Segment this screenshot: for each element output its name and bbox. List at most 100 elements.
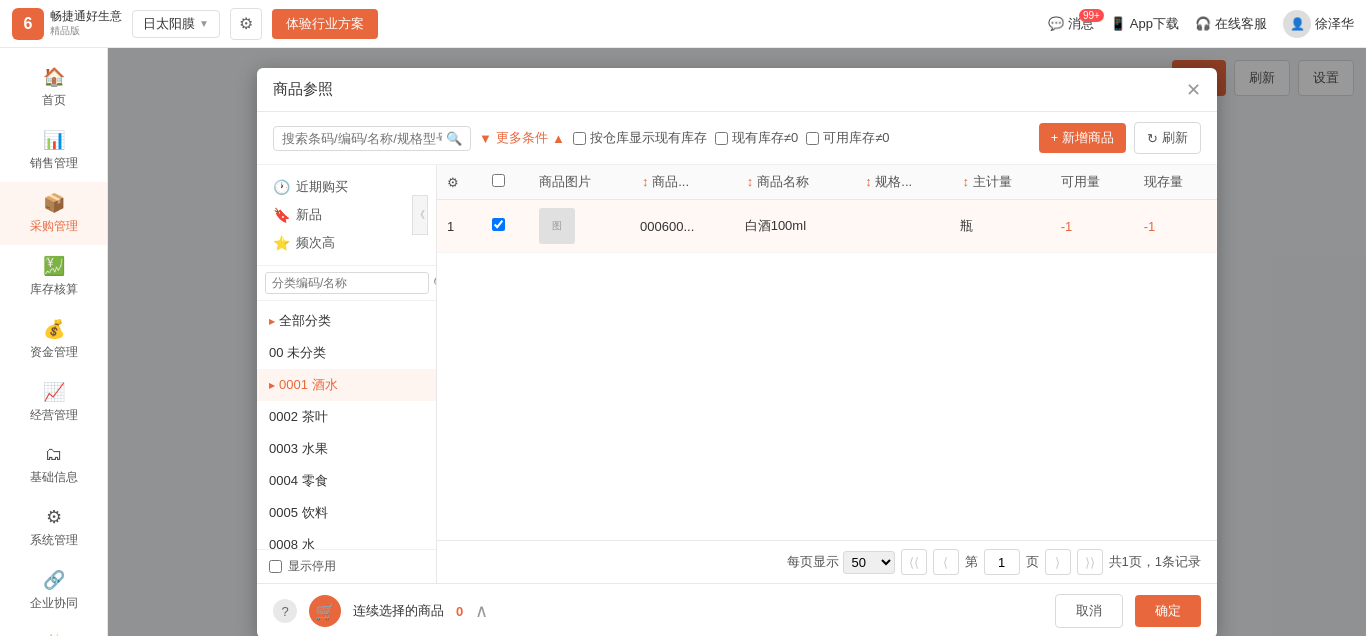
cat-item-liquor[interactable]: ▶ 0001 酒水 bbox=[257, 369, 436, 401]
warehouse-stock-checkbox[interactable]: 按仓库显示现有库存 bbox=[573, 129, 707, 147]
confirm-button[interactable]: 确定 bbox=[1135, 595, 1201, 627]
modal-footer: ? 🛒 连续选择的商品 0 ∧ 取消 确定 bbox=[257, 583, 1217, 636]
logo-sub: 精品版 bbox=[50, 24, 122, 38]
user-area[interactable]: 👤 徐泽华 bbox=[1283, 10, 1354, 38]
sidebar-item-sales[interactable]: 📊 销售管理 bbox=[0, 119, 107, 182]
cart-icon[interactable]: 🛒 bbox=[309, 595, 341, 627]
page-size-dropdown[interactable]: 20 50 100 bbox=[843, 551, 895, 574]
cat-item-beverage[interactable]: 0005 饮料 bbox=[257, 497, 436, 529]
sidebar-item-home[interactable]: 🏠 首页 bbox=[0, 56, 107, 119]
quick-new-item[interactable]: 🔖 新品 bbox=[265, 201, 412, 229]
sidebar-label-operations: 经营管理 bbox=[30, 407, 78, 424]
product-table-area: ⚙ 商品图片 ↕ 商品... ↕ 商品名称 bbox=[437, 165, 1217, 583]
search-input[interactable] bbox=[282, 131, 442, 146]
row-code: 000600... bbox=[630, 200, 735, 253]
add-product-button[interactable]: + 新增商品 bbox=[1039, 123, 1126, 153]
sales-icon: 📊 bbox=[43, 129, 65, 151]
settings-icon[interactable]: ⚙ bbox=[230, 8, 262, 40]
cart-label: 连续选择的商品 bbox=[353, 602, 444, 620]
modal-toolbar: 🔍 ▼ 更多条件 ▲ 按仓库显示现有库存 现有库存≠0 bbox=[257, 112, 1217, 165]
sidebar: 🏠 首页 📊 销售管理 📦 采购管理 💹 库存核算 💰 资金管理 📈 经营管理 … bbox=[0, 48, 108, 636]
row-available: -1 bbox=[1051, 200, 1134, 253]
inventory-icon: 💹 bbox=[43, 255, 65, 277]
collab-icon: 🔗 bbox=[43, 569, 65, 591]
sidebar-label-finance: 资金管理 bbox=[30, 344, 78, 361]
page-info: 共1页，1条记录 bbox=[1109, 553, 1201, 571]
message-icon: 💬 bbox=[1048, 16, 1064, 31]
category-search-area: 🔍 bbox=[257, 266, 436, 301]
col-unit[interactable]: ↕ 主计量 bbox=[950, 165, 1050, 200]
sidebar-item-purchase[interactable]: 📦 采购管理 bbox=[0, 182, 107, 245]
search-box: 🔍 bbox=[273, 126, 471, 151]
finance-icon: 💰 bbox=[43, 318, 65, 340]
logo: 6 畅捷通好生意 精品版 bbox=[12, 8, 122, 40]
show-disabled-area: 显示停用 bbox=[257, 549, 436, 583]
sidebar-label-home: 首页 bbox=[42, 92, 66, 109]
row-unit: 瓶 bbox=[950, 200, 1050, 253]
sidebar-item-info[interactable]: 🗂 基础信息 bbox=[0, 434, 107, 496]
cat-item-uncategorized[interactable]: 00 未分类 bbox=[257, 337, 436, 369]
cart-count: 0 bbox=[456, 604, 463, 619]
col-spec[interactable]: ↕ 规格... bbox=[853, 165, 950, 200]
sidebar-label-purchase: 采购管理 bbox=[30, 218, 78, 235]
help-icon[interactable]: ? bbox=[273, 599, 297, 623]
category-search-input[interactable] bbox=[265, 272, 429, 294]
col-settings[interactable]: ⚙ bbox=[437, 165, 482, 200]
clock-icon: 🕐 bbox=[273, 179, 290, 195]
app-download-item[interactable]: 📱 App下载 bbox=[1110, 15, 1179, 33]
quick-frequent-item[interactable]: ⭐ 频次高 bbox=[265, 229, 412, 257]
collapse-panel-button[interactable]: 《 bbox=[412, 195, 428, 235]
show-disabled-checkbox[interactable] bbox=[269, 560, 282, 573]
sidebar-item-operations[interactable]: 📈 经营管理 bbox=[0, 371, 107, 434]
cancel-button[interactable]: 取消 bbox=[1055, 594, 1123, 628]
message-nav-item[interactable]: 💬 消息 99+ bbox=[1048, 15, 1094, 33]
sidebar-item-inventory[interactable]: 💹 库存核算 bbox=[0, 245, 107, 308]
first-page-button[interactable]: ⟨⟨ bbox=[901, 549, 927, 575]
sort-icon2: ↕ bbox=[747, 174, 754, 189]
table-row[interactable]: 1 图 000600... 白酒100ml 瓶 bbox=[437, 200, 1217, 253]
nav-selector[interactable]: 日太阳膜 ▼ bbox=[132, 10, 220, 38]
search-icon[interactable]: 🔍 bbox=[446, 131, 462, 146]
logo-text: 畅捷通好生意 bbox=[50, 9, 122, 25]
guide-icon: ✨ bbox=[43, 632, 65, 636]
col-image: 商品图片 bbox=[529, 165, 630, 200]
collapse-cart-icon[interactable]: ∧ bbox=[475, 600, 488, 622]
cat-item-snack[interactable]: 0004 零食 bbox=[257, 465, 436, 497]
cat-item-water[interactable]: 0008 水 bbox=[257, 529, 436, 549]
arrow-right-icon: ▶ bbox=[269, 317, 275, 326]
trial-button[interactable]: 体验行业方案 bbox=[272, 9, 378, 39]
close-icon[interactable]: ✕ bbox=[1186, 81, 1201, 99]
quick-recent-item[interactable]: 🕐 近期购买 bbox=[265, 173, 412, 201]
sidebar-item-collab[interactable]: 🔗 企业协同 bbox=[0, 559, 107, 622]
online-service-item[interactable]: 🎧 在线客服 bbox=[1195, 15, 1267, 33]
next-page-button[interactable]: ⟩ bbox=[1045, 549, 1071, 575]
col-code[interactable]: ↕ 商品... bbox=[630, 165, 735, 200]
usable-stock-checkbox[interactable]: 可用库存≠0 bbox=[806, 129, 889, 147]
row-name: 白酒100ml bbox=[735, 200, 854, 253]
col-checkbox[interactable] bbox=[482, 165, 529, 200]
cat-item-all[interactable]: ▶ 全部分类 bbox=[257, 305, 436, 337]
last-page-button[interactable]: ⟩⟩ bbox=[1077, 549, 1103, 575]
prev-page-button[interactable]: ⟨ bbox=[933, 549, 959, 575]
page-size-select: 每页显示 20 50 100 bbox=[787, 551, 895, 574]
page-number-input[interactable] bbox=[984, 549, 1020, 575]
filter-button[interactable]: ▼ 更多条件 ▲ bbox=[479, 129, 565, 147]
filter-icon: ▼ bbox=[479, 131, 492, 146]
sidebar-item-guide[interactable]: ✨ 新手引导 bbox=[0, 622, 107, 636]
purchase-icon: 📦 bbox=[43, 192, 65, 214]
modal-overlay: 商品参照 ✕ 🔍 ▼ 更多条件 ▲ 按仓 bbox=[108, 48, 1366, 636]
chevron-up-icon: ▲ bbox=[552, 131, 565, 146]
sidebar-item-system[interactable]: ⚙ 系统管理 bbox=[0, 496, 107, 559]
available-stock-checkbox[interactable]: 现有库存≠0 bbox=[715, 129, 798, 147]
cat-item-tea[interactable]: 0002 茶叶 bbox=[257, 401, 436, 433]
arrow-right-active-icon: ▶ bbox=[269, 381, 275, 390]
operations-icon: 📈 bbox=[43, 381, 65, 403]
refresh-modal-button[interactable]: ↻ 刷新 bbox=[1134, 122, 1201, 154]
new-icon: 🔖 bbox=[273, 207, 290, 223]
category-list: ▶ 全部分类 00 未分类 ▶ 0001 酒水 0002 茶 bbox=[257, 301, 436, 549]
col-name[interactable]: ↕ 商品名称 bbox=[735, 165, 854, 200]
row-checkbox[interactable] bbox=[482, 200, 529, 253]
table-container: ⚙ 商品图片 ↕ 商品... ↕ 商品名称 bbox=[437, 165, 1217, 540]
cat-item-fruit[interactable]: 0003 水果 bbox=[257, 433, 436, 465]
sidebar-item-finance[interactable]: 💰 资金管理 bbox=[0, 308, 107, 371]
